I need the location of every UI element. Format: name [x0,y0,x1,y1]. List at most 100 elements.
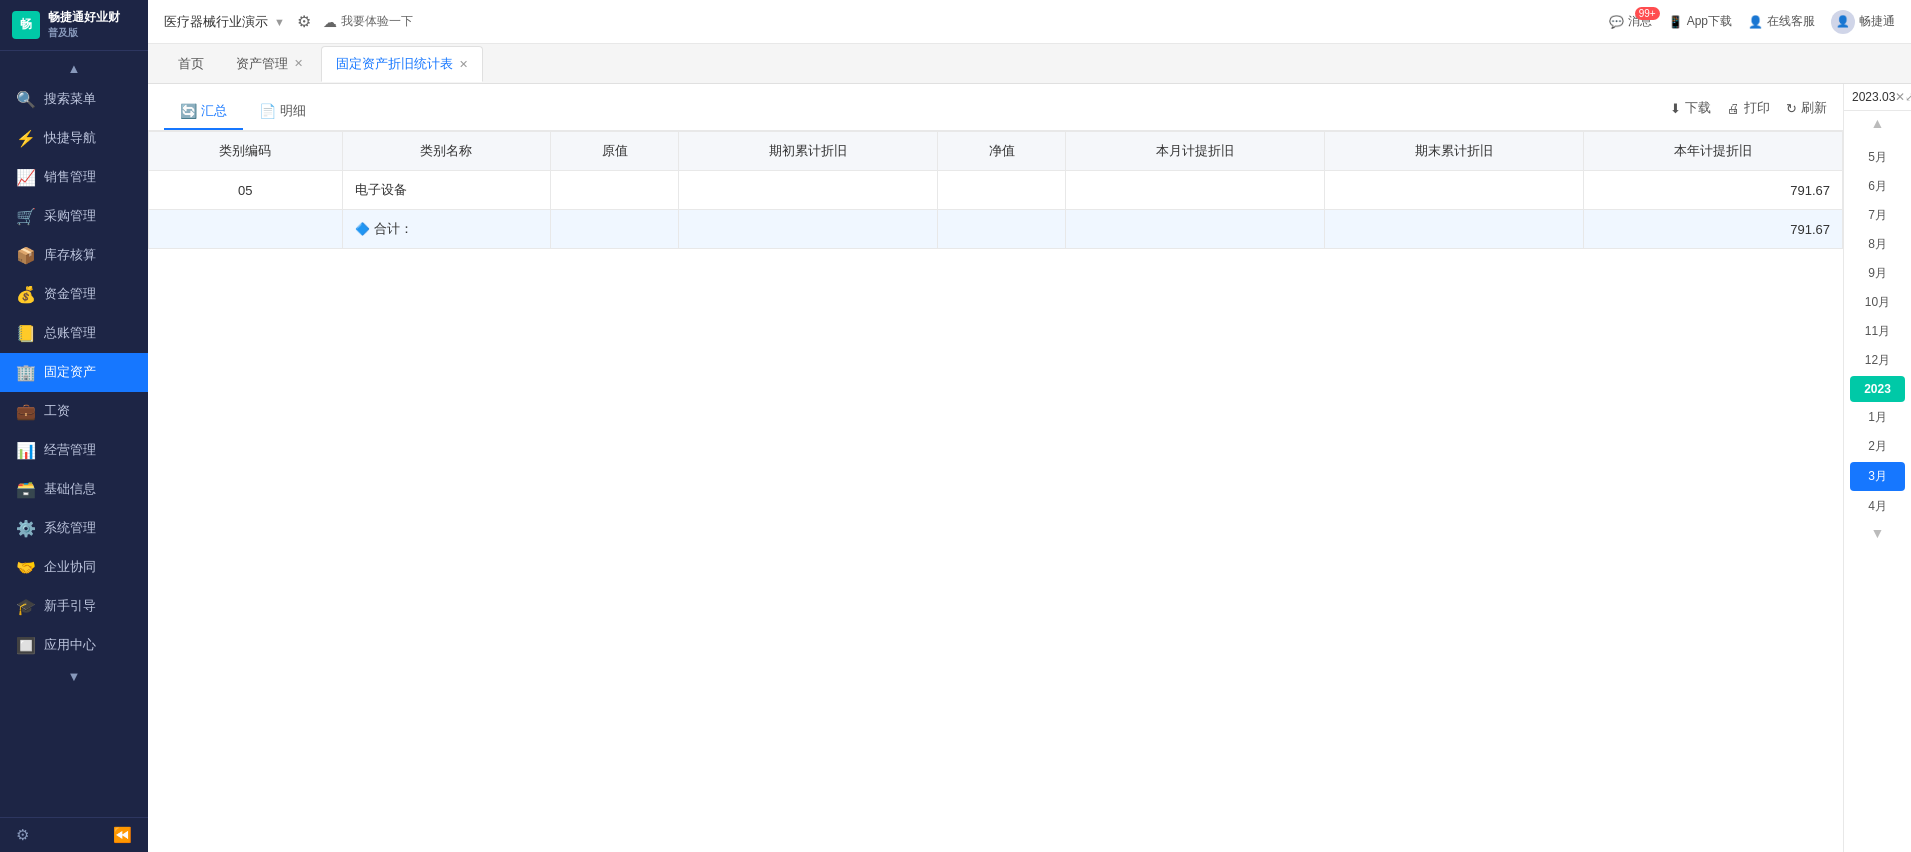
app-logo: 畅 畅捷通好业财 普及版 [0,0,148,51]
subtotal-label-cell: 🔷 合计： [342,210,551,249]
subtab-detail[interactable]: 📄 明细 [243,94,322,130]
month-9[interactable]: 9月 [1844,259,1911,288]
tab-home[interactable]: 首页 [164,47,218,81]
refresh-button[interactable]: ↻ 刷新 [1786,99,1827,117]
search-icon: 🔍 [16,90,34,109]
tabs-bar: 首页 资产管理 ✕ 固定资产折旧统计表 ✕ [148,44,1911,84]
guide-icon: 🎓 [16,597,34,616]
username: 畅捷通 [1859,13,1895,30]
print-icon: 🖨 [1727,101,1740,116]
company-settings-icon[interactable]: ⚙ [297,12,311,31]
trial-icon: ☁ [323,14,337,30]
month-4[interactable]: 4月 [1844,492,1911,521]
depreciation-table: 类别编码 类别名称 原值 期初累计折旧 净值 本月计提折旧 期末累计折旧 本年计… [148,131,1843,249]
print-button[interactable]: 🖨 打印 [1727,99,1770,117]
sidebar-item-inventory[interactable]: 📦 库存核算 [0,236,148,275]
month-8[interactable]: 8月 [1844,230,1911,259]
messages-button[interactable]: 💬 消息 99+ [1609,13,1652,30]
main-area: 医疗器械行业演示 ▼ ⚙ ☁ 我要体验一下 💬 消息 99+ 📱 App下载 👤… [148,0,1911,852]
service-label: 在线客服 [1767,13,1815,30]
toolbar-right: ⬇ 下载 🖨 打印 ↻ 刷新 [1670,99,1827,125]
month-12[interactable]: 12月 [1844,346,1911,375]
month-10[interactable]: 10月 [1844,288,1911,317]
month-6[interactable]: 6月 [1844,172,1911,201]
sidebar-item-funds[interactable]: 💰 资金管理 [0,275,148,314]
month-11[interactable]: 11月 [1844,317,1911,346]
tab-assets-label: 资产管理 [236,55,288,73]
subtab-detail-label: 明细 [280,102,306,120]
col-original: 原值 [551,132,679,171]
download-icon: 📱 [1668,15,1683,29]
sidebar-item-operations[interactable]: 📊 经营管理 [0,431,148,470]
inventory-icon: 📦 [16,246,34,265]
sidebar: 畅 畅捷通好业财 普及版 ▲ 🔍 搜索菜单 ⚡ 快捷导航 📈 销售管理 🛒 采购… [0,0,148,852]
date-panel-close-icon[interactable]: ✕ [1895,90,1905,104]
sidebar-item-label: 基础信息 [44,480,96,498]
row-net-value [938,171,1066,210]
collapse-icon[interactable]: ⏪ [113,826,132,844]
sidebar-scroll-down[interactable]: ▼ [0,665,148,688]
month-3[interactable]: 3月 [1850,462,1905,491]
chevron-down-icon: ▼ [274,16,285,28]
sidebar-item-guide[interactable]: 🎓 新手引导 [0,587,148,626]
col-period-end-accum: 期末累计折旧 [1325,132,1584,171]
logo-text: 畅捷通好业财 [48,10,120,26]
settings-bottom-icon[interactable]: ⚙ [16,826,29,844]
company-selector[interactable]: 医疗器械行业演示 ▼ [164,13,285,31]
operations-icon: 📊 [16,441,34,460]
date-panel-title: 2023.03 [1852,90,1895,104]
sidebar-item-sales[interactable]: 📈 销售管理 [0,158,148,197]
sidebar-item-label: 快捷导航 [44,129,96,147]
sidebar-item-quicknav[interactable]: ⚡ 快捷导航 [0,119,148,158]
month-7[interactable]: 7月 [1844,201,1911,230]
user-menu[interactable]: 👤 畅捷通 [1831,10,1895,34]
sidebar-item-appcenter[interactable]: 🔲 应用中心 [0,626,148,665]
subtab-summary[interactable]: 🔄 汇总 [164,94,243,130]
sub-tabs-bar: 🔄 汇总 📄 明细 ⬇ 下载 🖨 打印 [148,84,1843,131]
row-monthly-depr [1066,171,1325,210]
date-prev-year-btn[interactable]: ▲ [1844,111,1911,135]
sidebar-item-payroll[interactable]: 💼 工资 [0,392,148,431]
sidebar-nav: ▲ 🔍 搜索菜单 ⚡ 快捷导航 📈 销售管理 🛒 采购管理 📦 库存核算 💰 资… [0,51,148,817]
tab-assets-close[interactable]: ✕ [294,57,303,70]
payroll-icon: 💼 [16,402,34,421]
subtotal-cat-code [149,210,343,249]
tab-depreciation[interactable]: 固定资产折旧统计表 ✕ [321,46,483,82]
sidebar-item-basicinfo[interactable]: 🗃️ 基础信息 [0,470,148,509]
date-next-year-btn[interactable]: ▼ [1844,521,1911,545]
sidebar-item-enterprise[interactable]: 🤝 企业协同 [0,548,148,587]
tab-depreciation-close[interactable]: ✕ [459,58,468,71]
date-panel-header: 2023.03 ✕ ⤢ [1844,84,1911,111]
date-panel-expand-icon[interactable]: ⤢ [1905,90,1911,104]
sidebar-item-sysadmin[interactable]: ⚙️ 系统管理 [0,509,148,548]
quicknav-icon: ⚡ [16,129,34,148]
funds-icon: 💰 [16,285,34,304]
sidebar-item-label: 采购管理 [44,207,96,225]
col-annual-depr: 本年计提折旧 [1584,132,1843,171]
sidebar-item-label: 应用中心 [44,636,96,654]
trial-button[interactable]: ☁ 我要体验一下 [323,13,413,30]
download-button[interactable]: ⬇ 下载 [1670,99,1711,117]
month-2[interactable]: 2月 [1844,432,1911,461]
col-monthly-depr: 本月计提折旧 [1066,132,1325,171]
tab-assets[interactable]: 资产管理 ✕ [222,47,317,81]
sidebar-item-ledger[interactable]: 📒 总账管理 [0,314,148,353]
sidebar-item-search[interactable]: 🔍 搜索菜单 [0,80,148,119]
subtotal-monthly-depr [1066,210,1325,249]
subtotal-expand-icon[interactable]: 🔷 [355,222,370,236]
sidebar-scroll-up[interactable]: ▲ [0,57,148,80]
year-2023[interactable]: 2023 [1850,376,1905,402]
col-net-value: 净值 [938,132,1066,171]
subtotal-annual-depr: 791.67 [1584,210,1843,249]
sidebar-item-label: 资金管理 [44,285,96,303]
sidebar-item-purchase[interactable]: 🛒 采购管理 [0,197,148,236]
col-accum-depr: 期初累计折旧 [679,132,938,171]
sidebar-item-fixedassets[interactable]: 🏢 固定资产 [0,353,148,392]
download-toolbar-icon: ⬇ [1670,101,1681,116]
month-5[interactable]: 5月 [1844,143,1911,172]
tab-home-label: 首页 [178,55,204,73]
online-service-button[interactable]: 👤 在线客服 [1748,13,1815,30]
app-download-button[interactable]: 📱 App下载 [1668,13,1732,30]
month-1[interactable]: 1月 [1844,403,1911,432]
summary-icon: 🔄 [180,103,197,119]
